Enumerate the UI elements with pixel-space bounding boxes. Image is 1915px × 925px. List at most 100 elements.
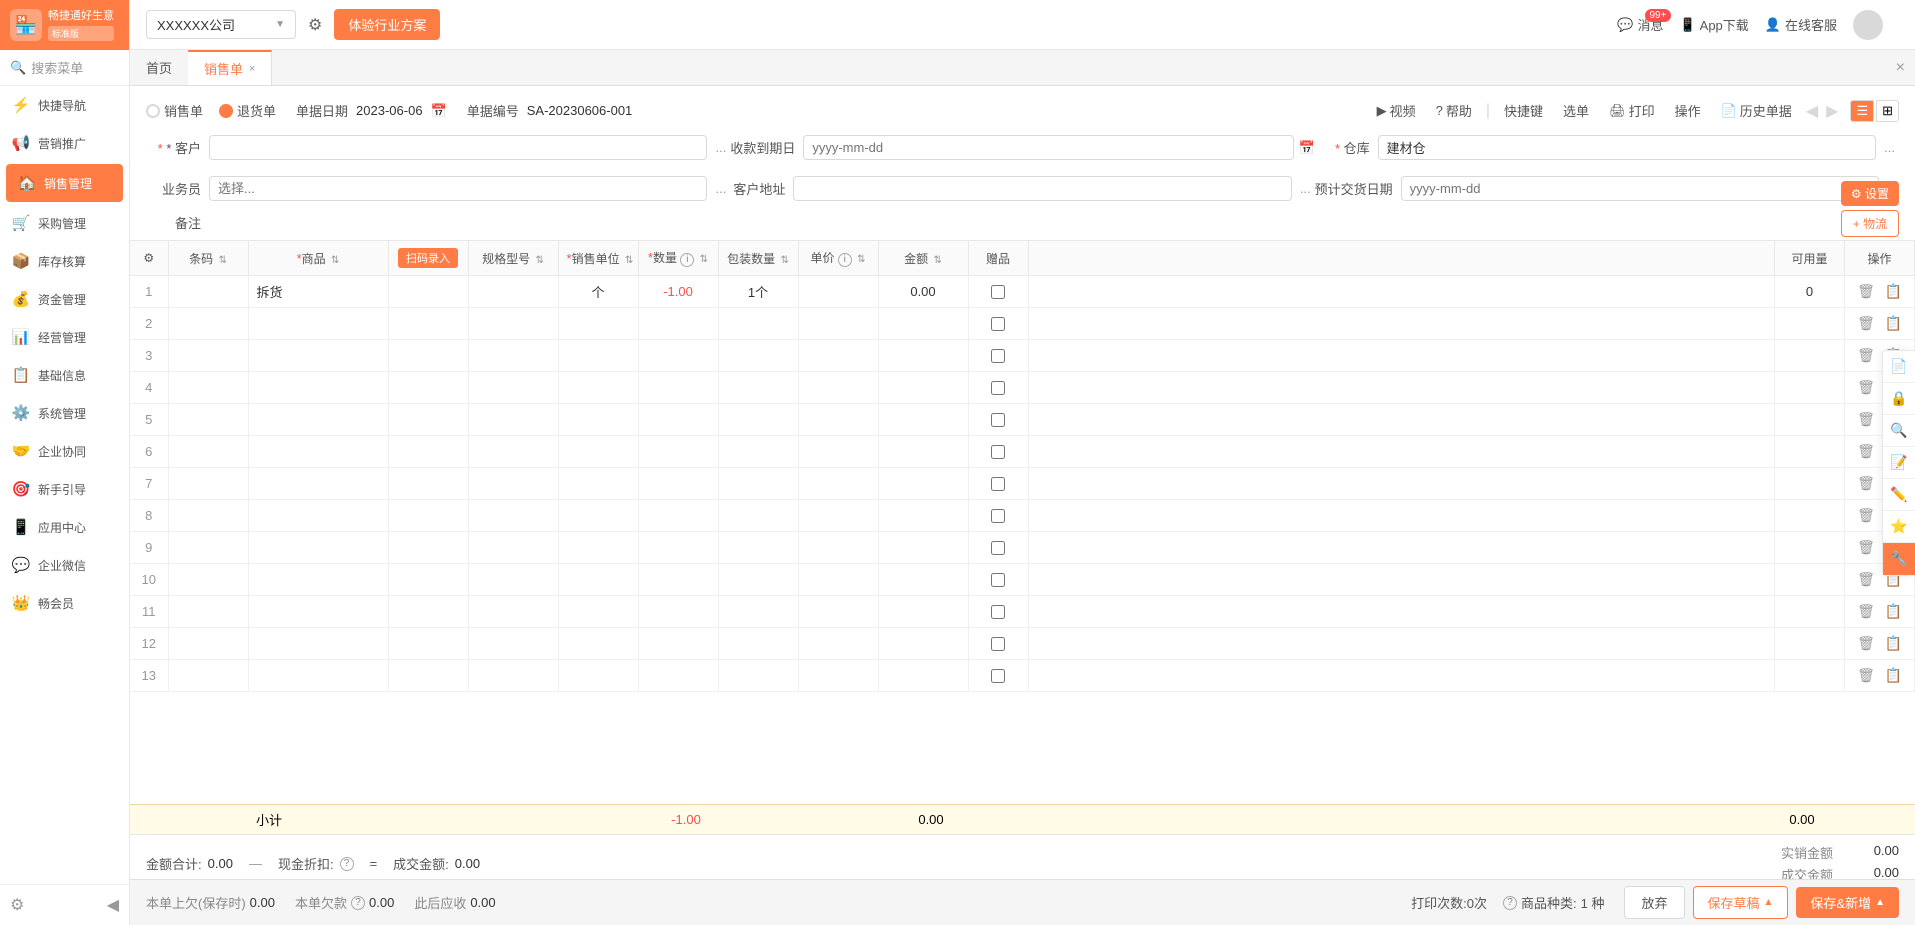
cell-gift[interactable] — [968, 628, 1028, 660]
expected-delivery-input[interactable] — [1401, 176, 1879, 201]
sidebar-item-basics[interactable]: 📋 基础信息 — [0, 356, 129, 394]
settings-gear-icon[interactable]: ⚙ — [10, 895, 24, 915]
cell-amount[interactable] — [878, 340, 968, 372]
toolbar-select-btn[interactable]: 选单 — [1557, 98, 1595, 123]
cell-barcode[interactable] — [168, 500, 248, 532]
cell-qty[interactable] — [638, 596, 718, 628]
cell-barcode[interactable] — [168, 468, 248, 500]
float-doc-icon[interactable]: 📄 — [1883, 351, 1915, 383]
cell-qty[interactable]: -1.00 — [638, 276, 718, 308]
date-calendar-icon[interactable]: 📅 — [431, 103, 447, 119]
cell-gift[interactable] — [968, 276, 1028, 308]
cell-barcode[interactable] — [168, 308, 248, 340]
cell-qty[interactable] — [638, 660, 718, 692]
cell-pkg[interactable] — [718, 308, 798, 340]
cell-pkg[interactable] — [718, 564, 798, 596]
cell-qty[interactable] — [638, 436, 718, 468]
toolbar-help-btn[interactable]: ? 帮助 — [1430, 98, 1478, 123]
cash-discount-info-icon[interactable]: ? — [340, 857, 354, 871]
tab-bar-close-icon[interactable]: × — [1896, 59, 1905, 77]
cell-price[interactable] — [798, 660, 878, 692]
cell-amount[interactable] — [878, 500, 968, 532]
cell-qty[interactable] — [638, 628, 718, 660]
sidebar-item-enterprise[interactable]: 🤝 企业协同 — [0, 432, 129, 470]
tab-close-icon[interactable]: × — [249, 63, 255, 75]
list-view-btn[interactable]: ☰ — [1850, 100, 1874, 122]
cell-gift[interactable] — [968, 308, 1028, 340]
cell-spec[interactable] — [468, 340, 558, 372]
float-edit-icon[interactable]: 📝 — [1883, 447, 1915, 479]
sidebar-item-marketing[interactable]: 📢 营销推广 — [0, 124, 129, 162]
delete-row-icon[interactable]: 🗑 — [1854, 667, 1878, 683]
customer-input[interactable] — [209, 135, 707, 160]
receive-date-input[interactable] — [803, 135, 1294, 160]
cell-qty[interactable] — [638, 564, 718, 596]
cell-product[interactable] — [248, 436, 388, 468]
cell-amount[interactable] — [878, 660, 968, 692]
cell-unit[interactable] — [558, 468, 638, 500]
collapse-icon[interactable]: ◀ — [107, 895, 119, 915]
cell-gift[interactable] — [968, 660, 1028, 692]
cell-barcode[interactable] — [168, 596, 248, 628]
company-selector[interactable]: XXXXXX公司 ▼ — [146, 10, 296, 39]
cell-barcode[interactable] — [168, 564, 248, 596]
sidebar-item-inventory[interactable]: 📦 库存核算 — [0, 242, 129, 280]
cell-unit[interactable]: 个 — [558, 276, 638, 308]
scan-btn[interactable]: 扫码录入 — [398, 248, 458, 268]
cell-unit[interactable] — [558, 532, 638, 564]
cell-price[interactable] — [798, 564, 878, 596]
warehouse-input[interactable] — [1378, 135, 1876, 160]
message-item[interactable]: 💬 消息 99+ — [1617, 15, 1663, 34]
cell-unit[interactable] — [558, 308, 638, 340]
cell-pkg[interactable] — [718, 628, 798, 660]
delete-row-icon[interactable]: 🗑 — [1854, 315, 1878, 331]
shortage-info-icon[interactable]: ? — [351, 896, 365, 910]
save-new-button[interactable]: 保存&新增 ▲ — [1796, 887, 1899, 918]
cell-price[interactable] — [798, 628, 878, 660]
cell-spec[interactable] — [468, 628, 558, 660]
radio-sale-order[interactable]: 销售单 — [146, 101, 203, 120]
cell-price[interactable] — [798, 340, 878, 372]
delete-row-icon[interactable]: 🗑 — [1854, 507, 1878, 523]
toolbar-video-btn[interactable]: ▶ 视频 — [1371, 98, 1422, 123]
float-lock-icon[interactable]: 🔒 — [1883, 383, 1915, 415]
cell-gift[interactable] — [968, 500, 1028, 532]
delete-row-icon[interactable]: 🗑 — [1854, 443, 1878, 459]
sidebar-item-system[interactable]: ⚙️ 系统管理 — [0, 394, 129, 432]
logistics-button[interactable]: + 物流 — [1841, 210, 1899, 237]
cell-price[interactable] — [798, 436, 878, 468]
cell-pkg[interactable] — [718, 340, 798, 372]
sidebar-item-app-center[interactable]: 📱 应用中心 — [0, 508, 129, 546]
customer-address-input[interactable] — [793, 176, 1291, 201]
cell-pkg[interactable]: 1个 — [718, 276, 798, 308]
cell-product[interactable] — [248, 532, 388, 564]
cell-gift[interactable] — [968, 404, 1028, 436]
cell-gift[interactable] — [968, 340, 1028, 372]
cell-unit[interactable] — [558, 404, 638, 436]
cell-amount[interactable] — [878, 436, 968, 468]
salesperson-input[interactable] — [209, 176, 707, 201]
float-search-icon[interactable]: 🔍 — [1883, 415, 1915, 447]
qty-info-icon[interactable]: i — [680, 253, 694, 267]
copy-row-icon[interactable]: 📋 — [1881, 603, 1904, 619]
cell-spec[interactable] — [468, 532, 558, 564]
cell-price[interactable] — [798, 372, 878, 404]
cell-price[interactable] — [798, 276, 878, 308]
cell-spec[interactable] — [468, 276, 558, 308]
delete-row-icon[interactable]: 🗑 — [1854, 475, 1878, 491]
address-dots[interactable]: ... — [1296, 181, 1315, 196]
delete-row-icon[interactable]: 🗑 — [1854, 571, 1878, 587]
cell-product[interactable] — [248, 372, 388, 404]
radio-return-order[interactable]: 退货单 — [219, 101, 276, 120]
copy-row-icon[interactable]: 📋 — [1881, 635, 1904, 651]
cell-gift[interactable] — [968, 468, 1028, 500]
cell-amount[interactable] — [878, 468, 968, 500]
cell-product[interactable] — [248, 628, 388, 660]
cell-unit[interactable] — [558, 372, 638, 404]
cell-spec[interactable] — [468, 564, 558, 596]
cell-unit[interactable] — [558, 628, 638, 660]
copy-row-icon[interactable]: 📋 — [1881, 315, 1904, 331]
cell-barcode[interactable] — [168, 372, 248, 404]
cell-qty[interactable] — [638, 500, 718, 532]
grid-view-btn[interactable]: ⊞ — [1876, 100, 1899, 122]
